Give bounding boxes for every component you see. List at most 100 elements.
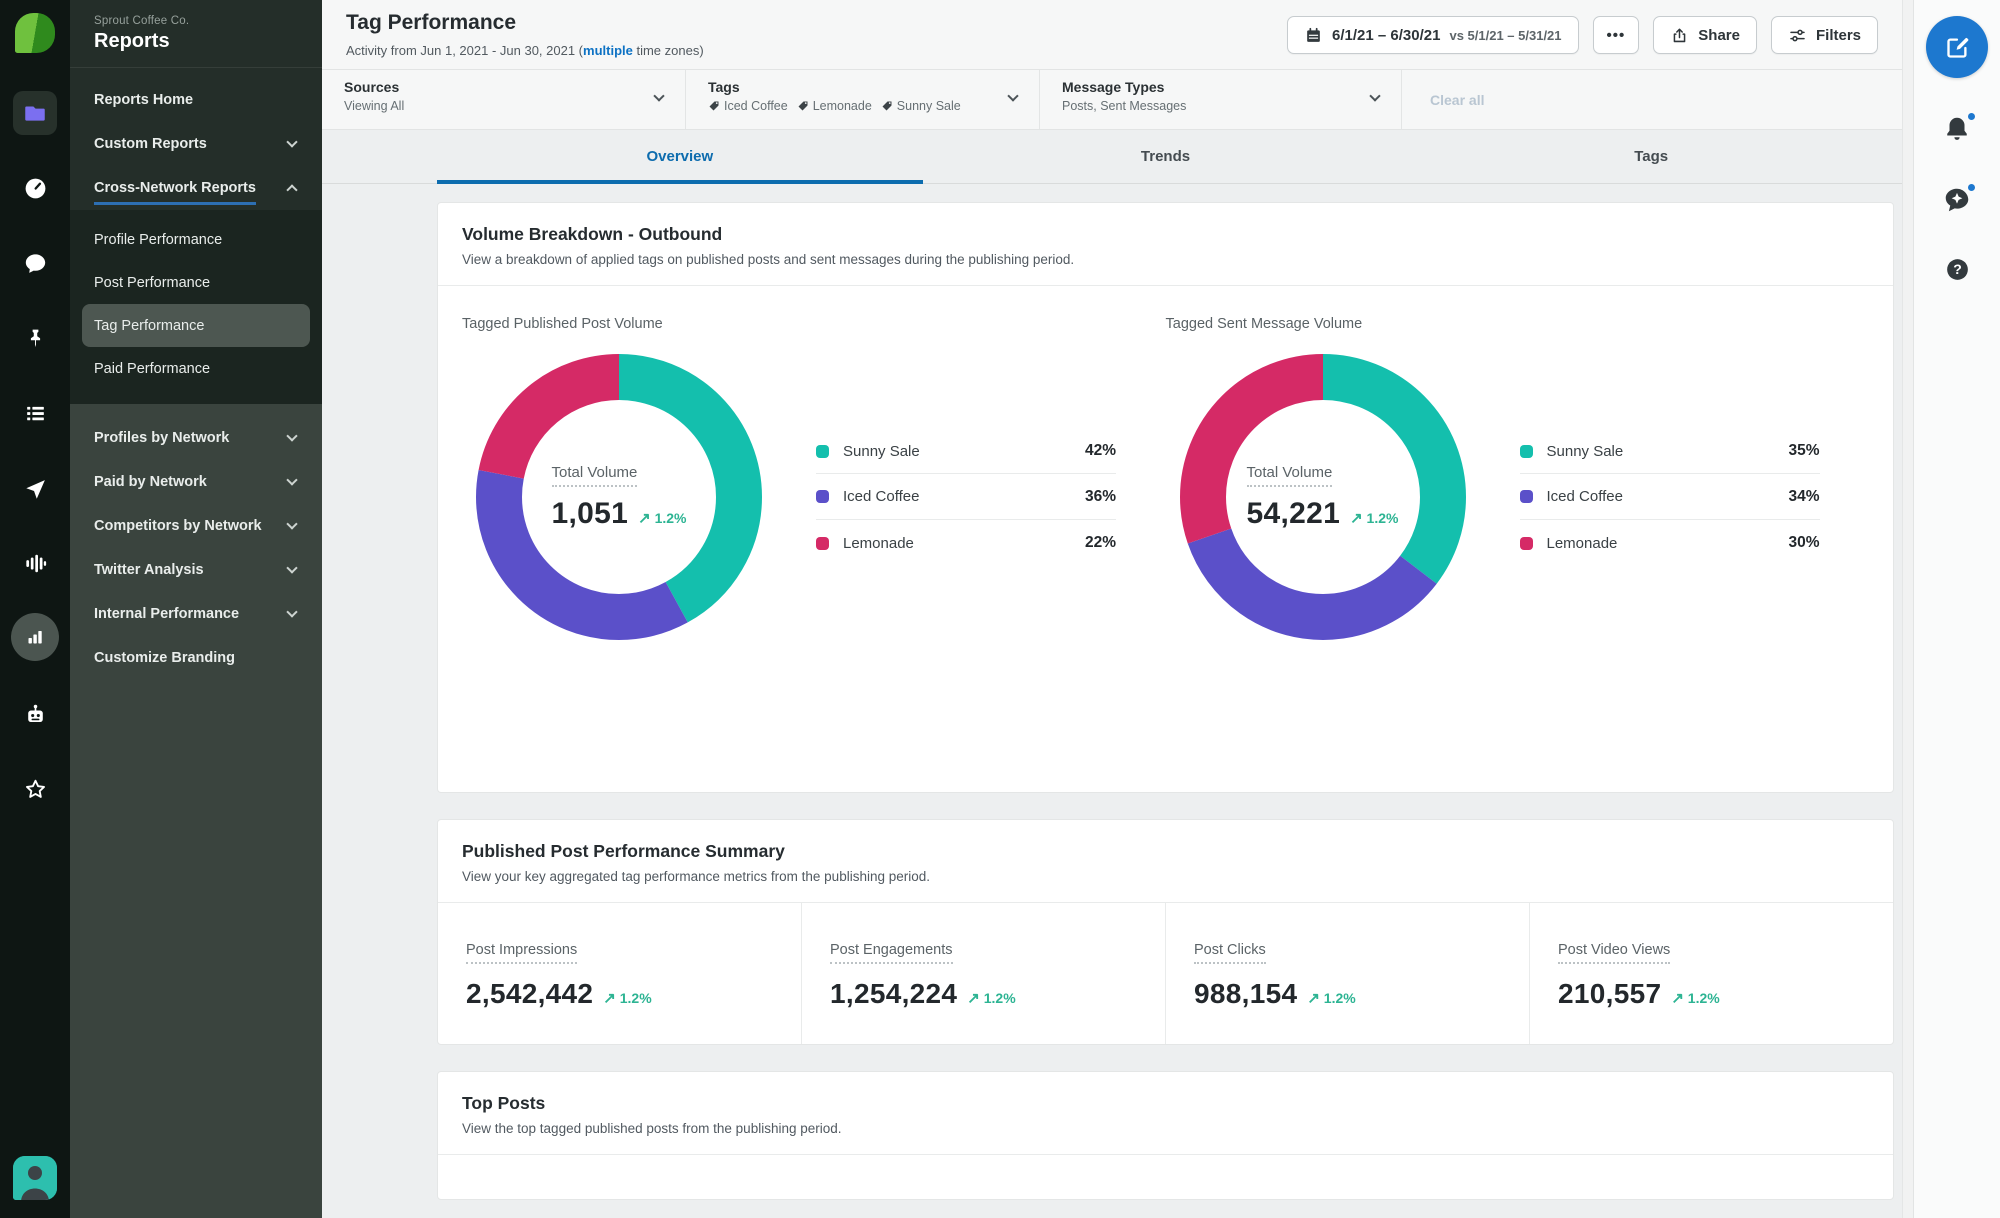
legend-label: Sunny Sale	[1546, 442, 1624, 460]
card-description: View a breakdown of applied tags on publ…	[462, 252, 1075, 267]
nav-tasks[interactable]	[13, 391, 57, 435]
question-mark-icon: ?	[1946, 259, 1968, 280]
whats-new-button[interactable]	[1942, 182, 1977, 220]
legend-label: Iced Coffee	[843, 488, 920, 505]
nav-reports-folder[interactable]	[13, 91, 57, 135]
sidebar-item-internal-performance[interactable]: Internal Performance	[70, 592, 322, 636]
sidebar-item-customize-branding[interactable]: Customize Branding	[70, 636, 322, 680]
trend-up-icon: ↗	[967, 990, 980, 1007]
legend-swatch	[816, 490, 829, 503]
nav-publishing[interactable]	[13, 466, 57, 510]
chevron-down-icon	[286, 430, 298, 442]
metric-value: 2,542,442	[466, 978, 594, 1009]
metric-label[interactable]: Post Video Views	[1558, 942, 1671, 964]
sources-filter[interactable]: Sources Viewing All	[322, 70, 686, 129]
scrollbar-gutter[interactable]	[1902, 0, 1913, 1218]
bar-chart-icon	[28, 631, 42, 644]
legend-percent: 22%	[1084, 534, 1116, 551]
notification-dot	[1966, 182, 1977, 193]
multiple-timezones-link[interactable]: multiple	[583, 43, 633, 58]
date-range-button[interactable]: 6/1/21 – 6/30/21 vs 5/1/21 – 5/31/21	[1287, 16, 1579, 54]
trend-up-icon: ↗	[638, 509, 651, 527]
message-types-filter[interactable]: Message Types Posts, Sent Messages	[1040, 70, 1402, 129]
sidebar-item-reports-home[interactable]: Reports Home	[70, 78, 322, 122]
sidebar-item-profile-performance[interactable]: Profile Performance	[70, 218, 322, 261]
sidebar-title: Reports	[94, 30, 170, 52]
tab-tags[interactable]: Tags	[1408, 130, 1894, 183]
tab-trends[interactable]: Trends	[923, 130, 1409, 183]
sidebar-item-custom-reports[interactable]: Custom Reports	[70, 122, 322, 166]
more-options-button[interactable]: •••	[1592, 16, 1640, 54]
header-actions: 6/1/21 – 6/30/21 vs 5/1/21 – 5/31/21 •••…	[1287, 16, 1878, 54]
trend-up-icon: ↗	[1350, 509, 1363, 527]
legend-label: Iced Coffee	[1546, 488, 1623, 505]
volume-breakdown-body: Tagged Published Post Volume Total Volum…	[438, 286, 1893, 792]
report-tabs: Overview Trends Tags	[322, 130, 1902, 184]
legend-percent: 42%	[1084, 442, 1116, 459]
post-performance-summary-card: Published Post Performance Summary View …	[437, 819, 1894, 1045]
tab-overview[interactable]: Overview	[437, 130, 923, 184]
nav-reports-active[interactable]	[11, 613, 59, 661]
legend-item-lemonade[interactable]: Lemonade 30%	[1519, 520, 1820, 566]
legend-swatch	[1519, 536, 1533, 550]
sidebar-item-paid-performance[interactable]: Paid Performance	[70, 347, 322, 390]
legend-item-lemonade[interactable]: Lemonade 22%	[816, 520, 1116, 566]
legend-swatch	[1519, 490, 1533, 503]
page-title: Tag Performance	[346, 11, 516, 34]
nav-inbox[interactable]	[13, 241, 57, 285]
tag-icon	[798, 101, 808, 111]
sidebar-item-paid-by-network[interactable]: Paid by Network	[70, 460, 322, 504]
help-button[interactable]: ?	[1944, 256, 1971, 288]
tag-icon	[882, 101, 892, 111]
card-description: View the top tagged published posts from…	[462, 1121, 842, 1136]
ellipsis-icon: •••	[1606, 26, 1626, 44]
compose-button[interactable]	[1926, 16, 1988, 78]
share-button[interactable]: Share	[1653, 16, 1757, 54]
sidebar-header: Sprout Coffee Co. Reports	[70, 0, 322, 68]
sidebar-item-post-performance[interactable]: Post Performance	[70, 261, 322, 304]
user-avatar[interactable]	[13, 1156, 57, 1200]
sidebar-item-competitors-by-network[interactable]: Competitors by Network	[70, 504, 322, 548]
total-volume-value: 1,051	[551, 496, 629, 530]
donut-center-label: Total Volume 1,051 ↗ 1.2%	[551, 463, 687, 530]
sidebar-item-cross-network-reports[interactable]: Cross-Network Reports	[70, 166, 322, 210]
nav-reviews[interactable]	[13, 767, 57, 811]
nav-automation[interactable]	[13, 692, 57, 736]
metric-value: 210,557	[1558, 978, 1662, 1009]
sidebar-bottom-section: Profiles by Network Paid by Network Comp…	[70, 404, 322, 680]
list-icon	[26, 406, 44, 420]
message-types-filter-value: Posts, Sent Messages	[1062, 99, 1187, 113]
filters-button[interactable]: Filters	[1770, 16, 1878, 54]
chevron-down-icon	[286, 474, 298, 486]
metric-label[interactable]: Post Clicks	[1194, 942, 1266, 964]
total-volume-value: 54,221	[1246, 496, 1341, 530]
sidebar-item-profiles-by-network[interactable]: Profiles by Network	[70, 416, 322, 460]
sliders-icon	[1790, 29, 1805, 41]
compare-range: vs 5/1/21 – 5/31/21	[1449, 27, 1562, 43]
nav-dashboard[interactable]	[13, 166, 57, 210]
notifications-button[interactable]	[1942, 111, 1977, 149]
legend-item-iced-coffee[interactable]: Iced Coffee 36%	[816, 474, 1116, 520]
metric-label[interactable]: Post Impressions	[466, 942, 578, 964]
published-post-volume-chart: Tagged Published Post Volume Total Volum…	[462, 312, 1166, 642]
tags-filter[interactable]: Tags Iced Coffee Lemonade Sunny Sale	[686, 70, 1040, 129]
clear-all-button[interactable]: Clear all	[1402, 92, 1512, 108]
donut-center-label: Total Volume 54,221 ↗ 1.2%	[1246, 463, 1399, 530]
tag-icon	[709, 101, 719, 111]
main-content: Tag Performance Activity from Jun 1, 202…	[322, 0, 1902, 1218]
legend-swatch	[1519, 444, 1533, 458]
trend-badge: ↗ 1.2%	[603, 990, 652, 1007]
sidebar-item-tag-performance[interactable]: Tag Performance	[82, 304, 310, 347]
card-title: Published Post Performance Summary	[462, 841, 785, 861]
sidebar-item-twitter-analysis[interactable]: Twitter Analysis	[70, 548, 322, 592]
legend-item-iced-coffee[interactable]: Iced Coffee 34%	[1519, 474, 1820, 520]
sprout-logo[interactable]	[15, 13, 55, 53]
metric-label[interactable]: Post Engagements	[830, 942, 953, 964]
nav-listening[interactable]	[13, 541, 57, 585]
sources-filter-value: Viewing All	[344, 99, 405, 113]
trend-badge: ↗ 1.2%	[1307, 990, 1356, 1007]
legend-item-sunny-sale[interactable]: Sunny Sale 35%	[1519, 428, 1820, 474]
legend-item-sunny-sale[interactable]: Sunny Sale 42%	[816, 428, 1116, 474]
nav-pinned[interactable]	[13, 316, 57, 360]
waveform-icon	[25, 554, 46, 572]
